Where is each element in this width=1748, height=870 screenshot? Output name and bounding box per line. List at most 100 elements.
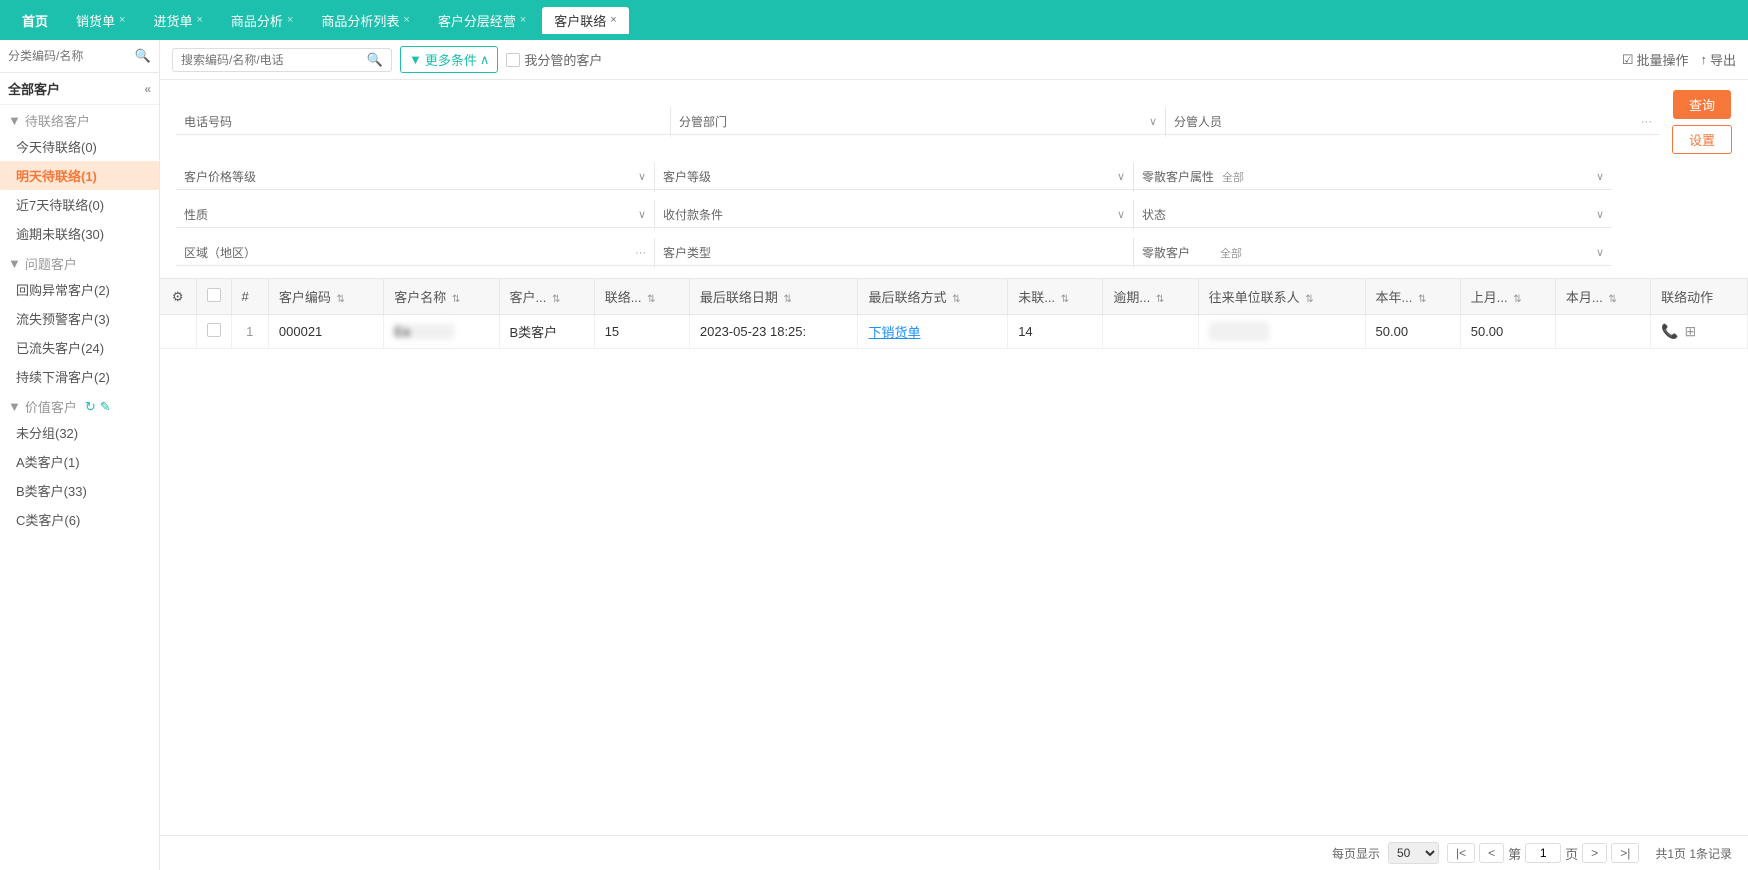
sidebar-item-b-class[interactable]: B类客户(33) [0,476,159,505]
more-filter-button[interactable]: ▼ 更多条件 ∧ [400,46,498,73]
filter-price-level-select[interactable]: ∨ [264,170,646,183]
prev-page-button[interactable]: < [1479,843,1504,863]
th-type[interactable]: 客户... ⇅ [499,279,594,315]
sidebar-item-declining[interactable]: 持续下滑客户(2) [0,362,159,391]
edit-icon[interactable]: ✎ [100,399,111,415]
filter-status-select[interactable]: ∨ [1220,208,1604,221]
sidebar-group-value-title: 价值客户 [25,397,77,416]
sidebar-item-a-class[interactable]: A类客户(1) [0,447,159,476]
th-this-month[interactable]: 本月... ⇅ [1555,279,1650,315]
table-area: ⚙ # 客户编码 ⇅ 客户名称 ⇅ 客户... ⇅ [160,279,1748,835]
sidebar-item-today[interactable]: 今天待联络(0) [0,132,159,161]
filter-nature-select[interactable]: ∨ [262,208,646,221]
th-year[interactable]: 本年... ⇅ [1365,279,1460,315]
filter-actions: 查询 设置 [1660,90,1732,154]
sidebar-item-overdue-label: 逾期未联络(30) [16,227,104,242]
last-method-link[interactable]: 下销货单 [868,325,920,340]
sidebar-item-overdue[interactable]: 逾期未联络(30) [0,219,159,248]
phone-icon[interactable]: 📞 [1661,323,1678,340]
nav-customer-tier[interactable]: 客户分层经营 × [426,7,538,34]
toolbar-right: ☑ 批量操作 ↑ 导出 [1622,50,1736,69]
grid-icon[interactable]: ⊞ [1685,323,1697,340]
nav-product-analysis[interactable]: 商品分析 × [219,7,305,34]
nav-product-analysis-list[interactable]: 商品分析列表 × [309,7,421,34]
sidebar-item-churn-warning[interactable]: 流失预警客户(3) [0,304,159,333]
sidebar-item-c-class[interactable]: C类客户(6) [0,505,159,534]
nav-sales-order[interactable]: 销货单 × [64,7,137,34]
search-input[interactable] [181,53,363,67]
my-customers-toggle[interactable]: 我分管的客户 [506,50,602,69]
td-last-date: 2023-05-23 18:25: [689,315,858,349]
export-button[interactable]: ↑ 导出 [1700,50,1736,69]
page-size-select[interactable]: 50 10 20 100 [1388,842,1439,864]
nav-customer-contact[interactable]: 客户联络 × [542,7,628,34]
sidebar-item-churned[interactable]: 已流失客户(24) [0,333,159,362]
td-last-method[interactable]: 下销货单 [858,315,1008,349]
th-last-date[interactable]: 最后联络日期 ⇅ [689,279,858,315]
filter-region-label: 区域（地区） [184,244,256,261]
nav-purchase-order[interactable]: 进货单 × [141,7,214,34]
th-contacts[interactable]: 往来单位联系人 ⇅ [1198,279,1365,315]
th-last-month[interactable]: 上月... ⇅ [1460,279,1555,315]
sidebar-item-repurchase[interactable]: 回购异常客户(2) [0,275,159,304]
pagination-bar: 每页显示 50 10 20 100 |< < 第 页 > >| 共1页 1条记录 [160,835,1748,870]
filter-manager-select[interactable]: ··· [1252,116,1652,128]
filter-phone-input[interactable] [262,115,662,129]
contacts-blurred [1209,322,1269,341]
th-uncontacted[interactable]: 未联... ⇅ [1008,279,1103,315]
sidebar-item-ungroup[interactable]: 未分组(32) [0,418,159,447]
th-contact[interactable]: 联络... ⇅ [594,279,689,315]
set-button[interactable]: 设置 [1672,125,1732,154]
sidebar-item-c-class-label: C类客户(6) [16,513,80,528]
sidebar-search-icon[interactable]: 🔍 [135,48,151,64]
nav-home[interactable]: 首页 [10,7,60,34]
sort-lm-icon: ⇅ [1513,294,1521,305]
sidebar-item-tomorrow[interactable]: 明天待联络(1) [0,161,159,190]
my-customers-checkbox[interactable] [506,53,520,67]
top-nav: 首页 销货单 × 进货单 × 商品分析 × 商品分析列表 × 客户分层经营 × … [0,0,1748,40]
export-icon: ↑ [1700,52,1707,67]
next-page-button[interactable]: > [1582,843,1607,863]
sidebar-all-customers[interactable]: 全部客户 « [0,73,159,105]
sidebar: 🔍 全部客户 « ▼ 待联络客户 今天待联络(0) 明天待联络(1) 近7天待联… [0,40,160,870]
th-settings[interactable]: ⚙ [160,279,196,315]
td-check[interactable] [196,315,231,349]
th-check[interactable] [196,279,231,315]
filter-region-select[interactable]: ··· [264,247,646,259]
filter-dept-select[interactable]: ∨ [757,115,1157,128]
filter-retail-select[interactable]: 全部∨ [1220,245,1604,261]
query-button[interactable]: 查询 [1673,90,1731,119]
nav-customer-tier-close[interactable]: × [520,14,526,26]
th-action: 联络动作 [1651,279,1748,315]
th-last-method[interactable]: 最后联络方式 ⇅ [858,279,1008,315]
filter-customer-level-select[interactable]: ∨ [741,170,1125,183]
nav-product-analysis-list-close[interactable]: × [403,14,409,26]
filter-retail: 零散客户 全部∨ [1134,240,1612,266]
th-overdue[interactable]: 逾期... ⇅ [1103,279,1198,315]
nav-customer-contact-close[interactable]: × [610,14,616,26]
nav-sales-order-close[interactable]: × [119,14,125,26]
batch-operation-button[interactable]: ☑ 批量操作 [1622,50,1689,69]
sidebar-item-7days-label: 近7天待联络(0) [16,198,104,213]
search-button[interactable]: 🔍 [367,52,383,68]
filter-phone: 电话号码 [176,109,670,135]
sidebar-item-7days[interactable]: 近7天待联络(0) [0,190,159,219]
refresh-icon[interactable]: ↻ [85,399,96,415]
th-name[interactable]: 客户名称 ⇅ [384,279,499,315]
last-page-button[interactable]: >| [1611,843,1639,863]
filter-nature-label: 性质 [184,206,254,223]
page-input[interactable] [1525,843,1561,863]
first-page-button[interactable]: |< [1447,843,1475,863]
nav-purchase-order-close[interactable]: × [196,14,202,26]
th-code[interactable]: 客户编码 ⇅ [268,279,383,315]
sidebar-item-a-class-label: A类客户(1) [16,455,80,470]
nav-product-analysis-close[interactable]: × [287,14,293,26]
filter-payment-select[interactable]: ∨ [741,208,1125,221]
sidebar-search-input[interactable] [8,49,131,63]
td-this-month [1555,315,1650,349]
td-code: 000021 [268,315,383,349]
filter-manager: 分管人员 ··· [1166,109,1660,135]
filter-retail-attr-select[interactable]: 全部∨ [1222,169,1604,185]
filter-dept: 分管部门 ∨ [671,109,1165,135]
customer-name-blurred: Ea [394,324,454,339]
